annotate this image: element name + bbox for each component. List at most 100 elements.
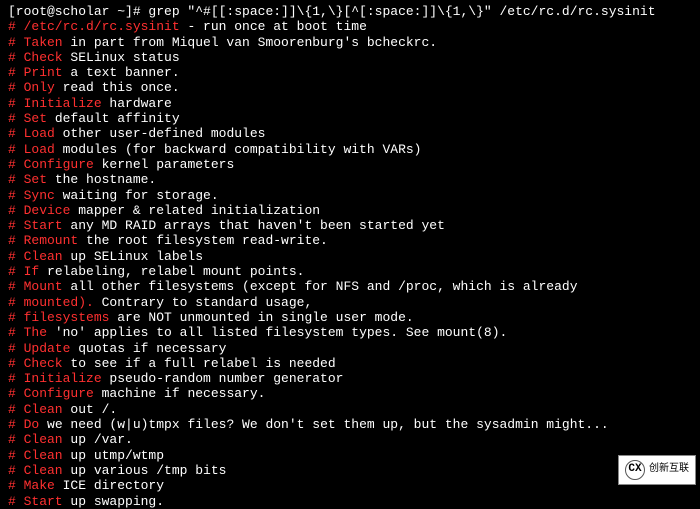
- grep-match: # Configure: [8, 157, 94, 172]
- output-line: # If relabeling, relabel mount points.: [8, 264, 692, 279]
- output-line: # Clean up /var.: [8, 432, 692, 447]
- watermark-icon: CX: [625, 460, 645, 480]
- output-line: # Check SELinux status: [8, 50, 692, 65]
- line-rest: a text banner.: [63, 65, 180, 80]
- line-rest: pseudo-random number generator: [102, 371, 344, 386]
- line-rest: machine if necessary.: [94, 386, 266, 401]
- watermark: CX 创新互联: [618, 455, 696, 485]
- line-rest: waiting for storage.: [55, 188, 219, 203]
- output-line: # Initialize pseudo-random number genera…: [8, 371, 692, 386]
- grep-match: # Clean: [8, 448, 63, 463]
- line-rest: other user-defined modules: [55, 126, 266, 141]
- grep-match: # Mount: [8, 279, 63, 294]
- line-rest: up SELinux labels: [63, 249, 203, 264]
- line-rest: all other filesystems (except for NFS an…: [63, 279, 578, 294]
- grep-match: # Start: [8, 218, 63, 233]
- output-line: # The 'no' applies to all listed filesys…: [8, 325, 692, 340]
- grep-match: # Remount: [8, 233, 78, 248]
- grep-match: # Check: [8, 50, 63, 65]
- grep-match: # Clean: [8, 249, 63, 264]
- grep-match: # Initialize: [8, 371, 102, 386]
- line-rest: kernel parameters: [94, 157, 234, 172]
- grep-match: # Load: [8, 142, 55, 157]
- grep-match: # Device: [8, 203, 70, 218]
- line-rest: ICE directory: [55, 478, 164, 493]
- output-line: # Do we need (w|u)tmpx files? We don't s…: [8, 417, 692, 432]
- line-rest: Contrary to standard usage,: [94, 295, 312, 310]
- output-line: # Configure kernel parameters: [8, 157, 692, 172]
- line-rest: up various /tmp bits: [63, 463, 227, 478]
- terminal-output: [root@scholar ~]# grep "^#[[:space:]]\{1…: [8, 4, 692, 509]
- line-rest: read this once.: [55, 80, 180, 95]
- line-rest: - run once at boot time: [180, 19, 367, 34]
- output-line: # /etc/rc.d/rc.sysinit - run once at boo…: [8, 19, 692, 34]
- grep-match: # Load: [8, 126, 55, 141]
- output-line: # Load other user-defined modules: [8, 126, 692, 141]
- line-rest: modules (for backward compatibility with…: [55, 142, 422, 157]
- output-line: # Clean out /.: [8, 402, 692, 417]
- command-prompt: [root@scholar ~]# grep "^#[[:space:]]\{1…: [8, 4, 692, 19]
- output-line: # Device mapper & related initialization: [8, 203, 692, 218]
- output-line: # Set the hostname.: [8, 172, 692, 187]
- grep-match: # Initialize: [8, 96, 102, 111]
- line-rest: up /var.: [63, 432, 133, 447]
- grep-match: # Clean: [8, 402, 63, 417]
- output-line: # mounted). Contrary to standard usage,: [8, 295, 692, 310]
- line-rest: quotas if necessary: [70, 341, 226, 356]
- output-line: # Clean up SELinux labels: [8, 249, 692, 264]
- line-rest: up swapping.: [63, 494, 164, 509]
- grep-match: # Start: [8, 494, 63, 509]
- output-line: # Remount the root filesystem read-write…: [8, 233, 692, 248]
- line-rest: SELinux status: [63, 50, 180, 65]
- grep-match: # The: [8, 325, 47, 340]
- grep-match: # Taken: [8, 35, 63, 50]
- grep-match: # mounted).: [8, 295, 94, 310]
- line-rest: out /.: [63, 402, 118, 417]
- line-rest: up utmp/wtmp: [63, 448, 164, 463]
- grep-match: # Update: [8, 341, 70, 356]
- grep-match: # Make: [8, 478, 55, 493]
- grep-match: # If: [8, 264, 39, 279]
- output-line: # filesystems are NOT unmounted in singl…: [8, 310, 692, 325]
- line-rest: hardware: [102, 96, 172, 111]
- output-line: # Update quotas if necessary: [8, 341, 692, 356]
- line-rest: we need (w|u)tmpx files? We don't set th…: [39, 417, 609, 432]
- output-line: # Set default affinity: [8, 111, 692, 126]
- output-line: # Clean up various /tmp bits: [8, 463, 692, 478]
- output-line: # Print a text banner.: [8, 65, 692, 80]
- grep-match: # Clean: [8, 463, 63, 478]
- line-rest: the root filesystem read-write.: [78, 233, 328, 248]
- grep-match: # Configure: [8, 386, 94, 401]
- line-rest: in part from Miquel van Smoorenburg's bc…: [63, 35, 437, 50]
- line-rest: default affinity: [47, 111, 180, 126]
- grep-match: # Only: [8, 80, 55, 95]
- grep-match: # /etc/rc.d/rc.sysinit: [8, 19, 180, 34]
- output-line: # Only read this once.: [8, 80, 692, 95]
- line-rest: 'no' applies to all listed filesystem ty…: [47, 325, 507, 340]
- grep-match: # Print: [8, 65, 63, 80]
- line-rest: are NOT unmounted in single user mode.: [109, 310, 413, 325]
- output-line: # Check to see if a full relabel is need…: [8, 356, 692, 371]
- output-line: # Start up swapping.: [8, 494, 692, 509]
- grep-match: # Set: [8, 172, 47, 187]
- output-line: # Load modules (for backward compatibili…: [8, 142, 692, 157]
- output-line: # Configure machine if necessary.: [8, 386, 692, 401]
- line-rest: relabeling, relabel mount points.: [39, 264, 304, 279]
- output-line: # Initialize hardware: [8, 96, 692, 111]
- line-rest: any MD RAID arrays that haven't been sta…: [63, 218, 445, 233]
- output-line: # Mount all other filesystems (except fo…: [8, 279, 692, 294]
- grep-match: # Clean: [8, 432, 63, 447]
- output-line: # Start any MD RAID arrays that haven't …: [8, 218, 692, 233]
- line-rest: the hostname.: [47, 172, 156, 187]
- grep-match: # Do: [8, 417, 39, 432]
- grep-match: # Sync: [8, 188, 55, 203]
- line-rest: to see if a full relabel is needed: [63, 356, 336, 371]
- grep-match: # filesystems: [8, 310, 109, 325]
- grep-match: # Set: [8, 111, 47, 126]
- output-line: # Taken in part from Miquel van Smoorenb…: [8, 35, 692, 50]
- output-line: # Make ICE directory: [8, 478, 692, 493]
- output-line: # Clean up utmp/wtmp: [8, 448, 692, 463]
- output-line: # Sync waiting for storage.: [8, 188, 692, 203]
- line-rest: mapper & related initialization: [70, 203, 320, 218]
- grep-match: # Check: [8, 356, 63, 371]
